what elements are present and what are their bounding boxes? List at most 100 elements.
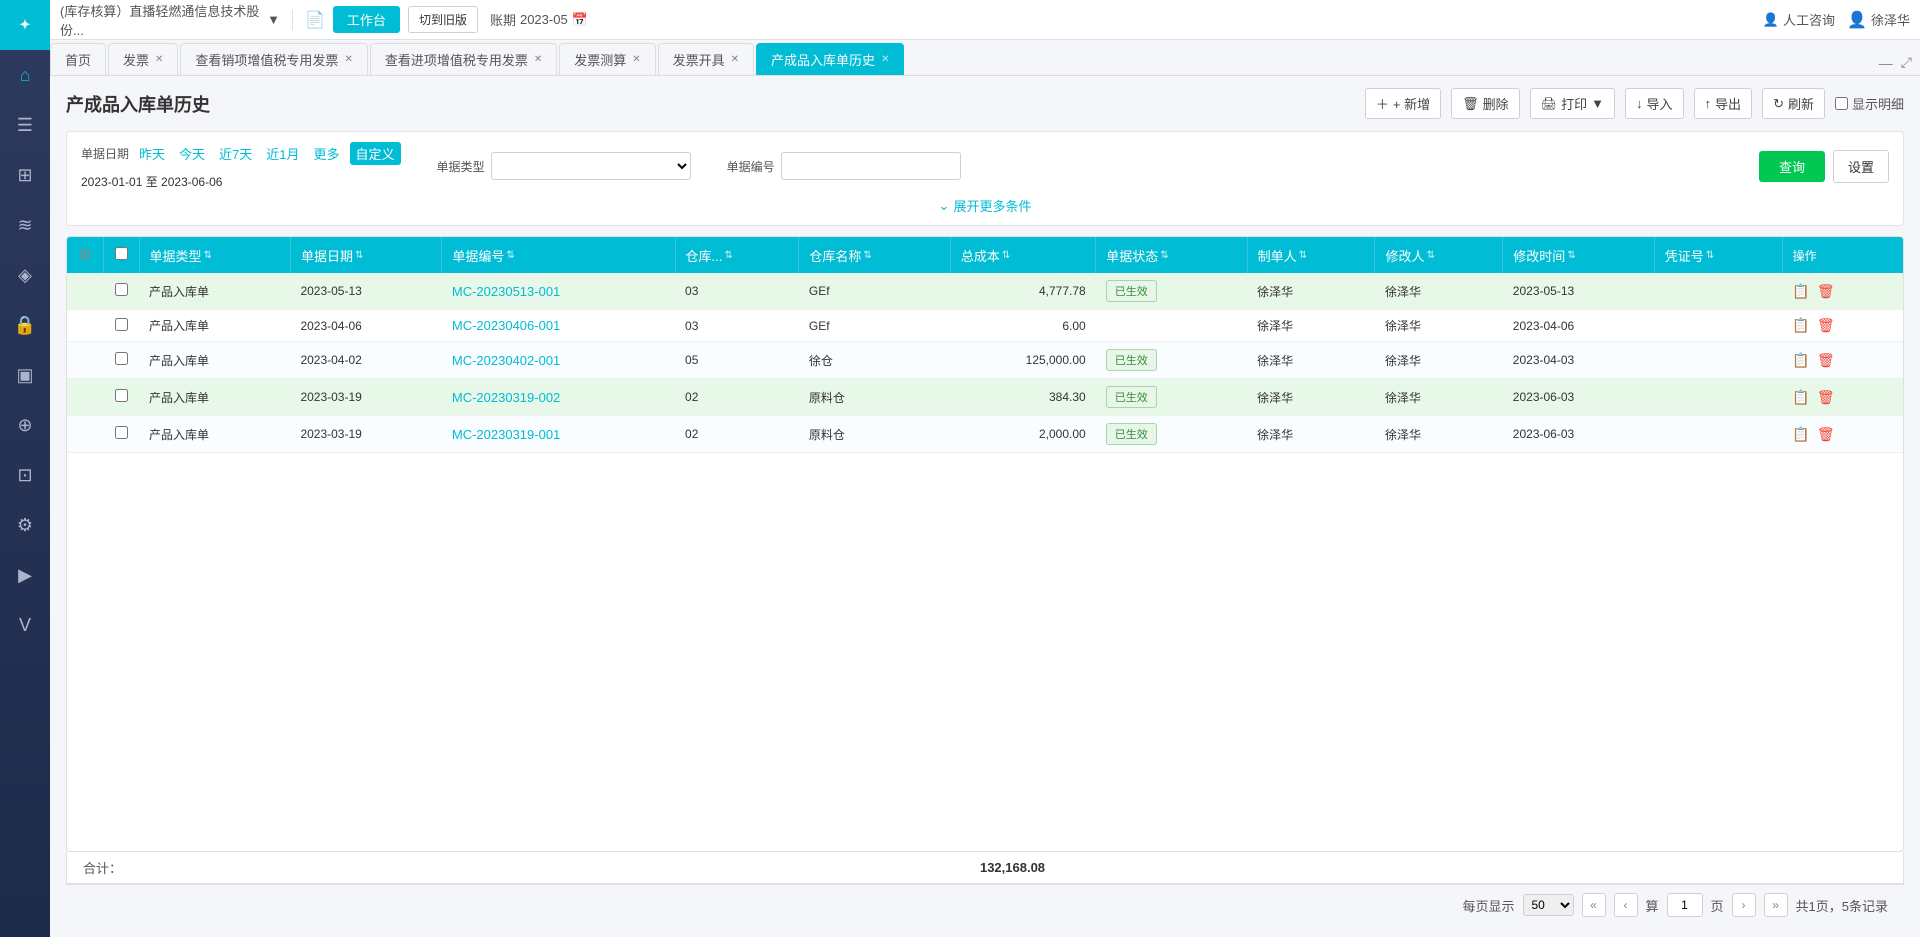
- tab-history-close[interactable]: ✕: [881, 54, 889, 65]
- row-delete-icon[interactable]: 🗑: [1817, 426, 1835, 442]
- th-voucher-sort[interactable]: 凭证号: [1665, 246, 1772, 265]
- tab-minimize-button[interactable]: —: [1879, 55, 1893, 71]
- sidebar-item-settings[interactable]: ⚙: [0, 500, 50, 550]
- th-total-cost[interactable]: 总成本: [950, 237, 1095, 273]
- sidebar-item-tool[interactable]: ⊕: [0, 400, 50, 450]
- next-page-button[interactable]: ›: [1732, 893, 1756, 917]
- row-number-link[interactable]: MC-20230319-001: [452, 427, 560, 442]
- row-number-link[interactable]: MC-20230513-001: [452, 284, 560, 299]
- tab-calc[interactable]: 发票测算 ✕: [559, 43, 655, 75]
- shortcut-7days[interactable]: 近7天: [215, 142, 256, 165]
- sidebar-item-v[interactable]: V: [0, 600, 50, 650]
- first-page-button[interactable]: «: [1582, 893, 1606, 917]
- tab-open[interactable]: 发票开具 ✕: [658, 43, 754, 75]
- th-modify-time-sort[interactable]: 修改时间: [1513, 246, 1643, 265]
- sidebar-item-chart[interactable]: ≋: [0, 200, 50, 250]
- th-creator[interactable]: 制单人: [1247, 237, 1375, 273]
- page-number-input[interactable]: [1667, 893, 1703, 917]
- print-button[interactable]: 🖨 打印 ▼: [1530, 88, 1615, 119]
- user-menu[interactable]: 👤 徐泽华: [1847, 10, 1910, 30]
- tab-sales-vat-close[interactable]: ✕: [344, 54, 352, 65]
- new-button[interactable]: ＋ + 新增: [1365, 88, 1441, 119]
- support-link[interactable]: 👤 人工咨询: [1763, 10, 1835, 29]
- sidebar-item-play[interactable]: ▶: [0, 550, 50, 600]
- shortcut-custom[interactable]: 自定义: [350, 142, 401, 165]
- th-warehouse-code[interactable]: 仓库...: [675, 237, 799, 273]
- row-edit-icon[interactable]: 📋: [1792, 283, 1809, 299]
- settings-button[interactable]: 设置: [1833, 150, 1889, 183]
- row-checkbox-cell[interactable]: [103, 416, 139, 453]
- th-creator-sort[interactable]: 制单人: [1258, 246, 1365, 265]
- row-edit-icon[interactable]: 📋: [1792, 426, 1809, 442]
- th-settings[interactable]: ⚙: [67, 237, 103, 273]
- tab-open-close[interactable]: ✕: [731, 54, 739, 65]
- shortcut-1month[interactable]: 近1月: [262, 142, 303, 165]
- sidebar-item-doc[interactable]: ☰: [0, 100, 50, 150]
- row-number-link[interactable]: MC-20230402-001: [452, 353, 560, 368]
- row-checkbox[interactable]: [115, 283, 128, 296]
- tab-input-vat-close[interactable]: ✕: [534, 54, 542, 65]
- row-delete-icon[interactable]: 🗑: [1817, 317, 1835, 333]
- prev-page-button[interactable]: ‹: [1614, 893, 1638, 917]
- row-delete-icon[interactable]: 🗑: [1817, 283, 1835, 299]
- sidebar-item-tax[interactable]: ◈: [0, 250, 50, 300]
- th-date-sort[interactable]: 单据日期: [301, 246, 431, 265]
- show-detail-input[interactable]: [1835, 97, 1848, 110]
- th-type-sort[interactable]: 单据类型: [150, 246, 280, 265]
- row-number-link[interactable]: MC-20230319-002: [452, 390, 560, 405]
- row-checkbox[interactable]: [115, 389, 128, 402]
- tab-history[interactable]: 产成品入库单历史 ✕: [756, 43, 904, 75]
- last-page-button[interactable]: »: [1764, 893, 1788, 917]
- switch-button[interactable]: 切到旧版: [408, 6, 478, 33]
- shortcut-yesterday[interactable]: 昨天: [135, 142, 169, 165]
- tab-calc-close[interactable]: ✕: [632, 54, 640, 65]
- th-total-cost-sort[interactable]: 总成本: [961, 246, 1085, 265]
- th-modifier-sort[interactable]: 修改人: [1385, 246, 1492, 265]
- row-number-cell[interactable]: MC-20230319-001: [442, 416, 675, 453]
- tab-invoice-close[interactable]: ✕: [155, 54, 163, 65]
- th-checkbox[interactable]: [103, 237, 139, 273]
- row-delete-icon[interactable]: 🗑: [1817, 389, 1835, 405]
- settings-gear-icon[interactable]: ⚙: [78, 247, 92, 264]
- row-checkbox-cell[interactable]: [103, 310, 139, 342]
- shortcut-today[interactable]: 今天: [175, 142, 209, 165]
- tab-input-vat[interactable]: 查看进项增值税专用发票 ✕: [370, 43, 557, 75]
- row-edit-icon[interactable]: 📋: [1792, 352, 1809, 368]
- row-checkbox-cell[interactable]: [103, 379, 139, 416]
- th-warehouse-name-sort[interactable]: 仓库名称: [809, 246, 939, 265]
- calendar-icon[interactable]: 📅: [572, 12, 588, 28]
- th-warehouse-name[interactable]: 仓库名称: [799, 237, 950, 273]
- company-selector[interactable]: (库存核算）直播轻燃通信息技术股份... ▼: [60, 1, 280, 39]
- tab-home[interactable]: 首页: [50, 43, 106, 75]
- type-filter-select[interactable]: [491, 152, 691, 180]
- row-checkbox[interactable]: [115, 352, 128, 365]
- expand-more-btn[interactable]: ⌄ 展开更多条件: [81, 196, 1889, 215]
- show-detail-checkbox[interactable]: 显示明细: [1835, 94, 1904, 113]
- query-button[interactable]: 查询: [1759, 151, 1825, 182]
- sidebar-item-print[interactable]: ⊡: [0, 450, 50, 500]
- row-number-link[interactable]: MC-20230406-001: [452, 318, 560, 333]
- row-checkbox[interactable]: [115, 426, 128, 439]
- export-button[interactable]: ↑ 导出: [1694, 88, 1753, 119]
- tab-sales-vat[interactable]: 查看销项增值税专用发票 ✕: [180, 43, 367, 75]
- company-dropdown-icon[interactable]: ▼: [267, 12, 280, 27]
- select-all-checkbox[interactable]: [115, 247, 128, 260]
- refresh-button[interactable]: ↻ 刷新: [1762, 88, 1825, 119]
- sidebar-item-box[interactable]: ▣: [0, 350, 50, 400]
- th-number[interactable]: 单据编号: [442, 237, 675, 273]
- import-button[interactable]: ↓ 导入: [1625, 88, 1684, 119]
- th-type[interactable]: 单据类型: [139, 237, 290, 273]
- row-checkbox-cell[interactable]: [103, 342, 139, 379]
- th-modifier[interactable]: 修改人: [1375, 237, 1503, 273]
- row-edit-icon[interactable]: 📋: [1792, 317, 1809, 333]
- row-checkbox-cell[interactable]: [103, 273, 139, 310]
- th-warehouse-code-sort[interactable]: 仓库...: [686, 246, 789, 265]
- sidebar-item-home[interactable]: ⌂: [0, 50, 50, 100]
- number-filter-input[interactable]: [781, 152, 961, 180]
- workbench-button[interactable]: 工作台: [333, 6, 400, 33]
- sidebar-item-report[interactable]: ⊞: [0, 150, 50, 200]
- sidebar-item-lock[interactable]: 🔒: [0, 300, 50, 350]
- row-checkbox[interactable]: [115, 318, 128, 331]
- th-number-sort[interactable]: 单据编号: [452, 246, 664, 265]
- row-number-cell[interactable]: MC-20230319-002: [442, 379, 675, 416]
